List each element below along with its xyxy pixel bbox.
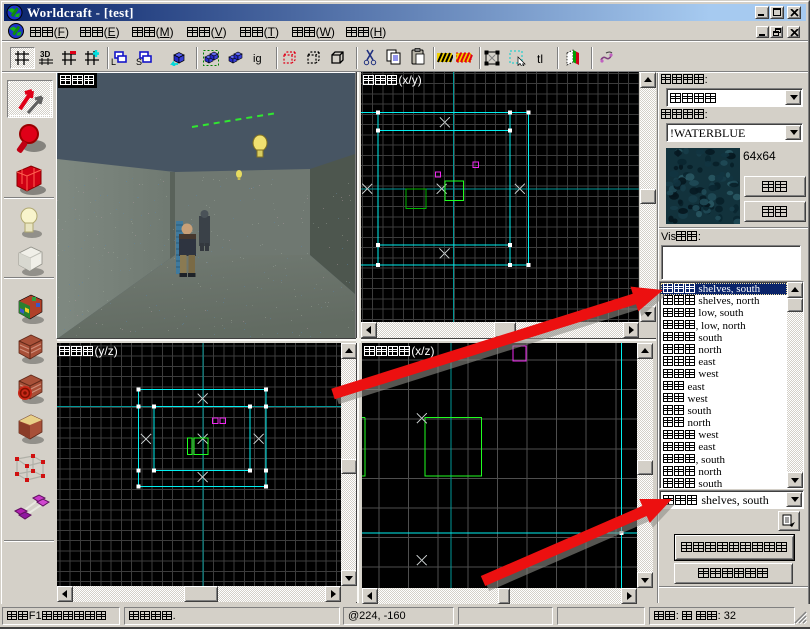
svg-text:3D: 3D: [40, 50, 50, 59]
svg-text:tl: tl: [537, 52, 543, 66]
svg-text:ig: ig: [253, 53, 262, 65]
